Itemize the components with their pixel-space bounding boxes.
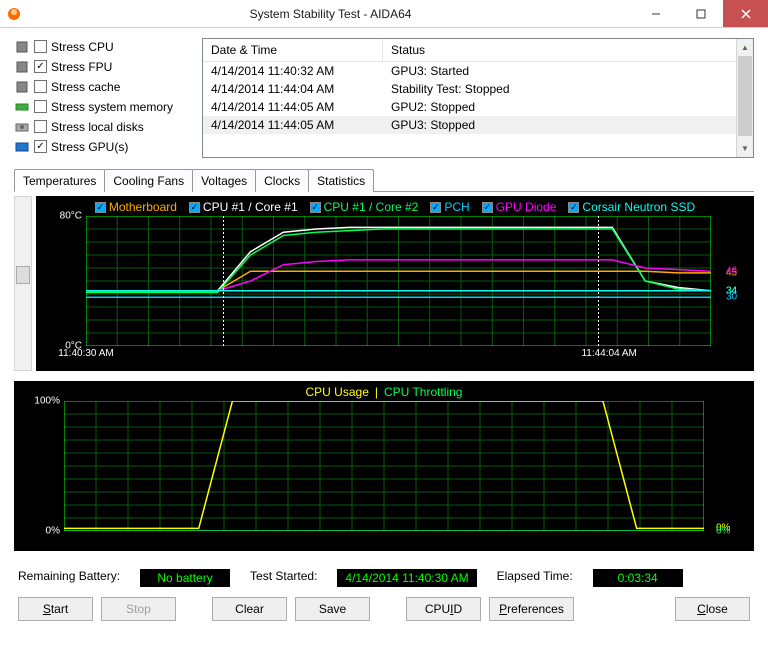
stress-label: Stress system memory	[51, 100, 173, 114]
col-datetime[interactable]: Date & Time	[203, 39, 383, 61]
legend-item[interactable]: CPU #1 / Core #1	[189, 200, 298, 214]
cpu-usage-chart: CPU Usage | CPU Throttling 100% 0% 0%0%	[14, 381, 754, 551]
temperature-chart: Motherboard CPU #1 / Core #1 CPU #1 / Core…	[36, 196, 754, 371]
stress-checkbox[interactable]	[34, 40, 47, 53]
status-bar: Remaining Battery: No battery Test Start…	[14, 563, 754, 597]
clear-button[interactable]: Clear	[212, 597, 287, 621]
stress-label: Stress cache	[51, 80, 120, 94]
stop-button: Stop	[101, 597, 176, 621]
close-dialog-button[interactable]: Close	[675, 597, 750, 621]
x-end-label: 11:44:04 AM	[581, 348, 636, 359]
minimize-button[interactable]	[633, 0, 678, 27]
log-row[interactable]: 4/14/2014 11:44:04 AMStability Test: Sto…	[203, 80, 753, 98]
stress-checkbox[interactable]	[34, 120, 47, 133]
stress-checkbox[interactable]	[34, 80, 47, 93]
scroll-thumb[interactable]	[738, 56, 752, 136]
tab-statistics[interactable]: Statistics	[308, 169, 374, 192]
legend-checkbox[interactable]	[482, 202, 493, 213]
col-status[interactable]: Status	[383, 39, 753, 61]
log-scrollbar[interactable]: ▲ ▼	[736, 39, 753, 157]
legend-item: CPU Usage	[306, 385, 369, 399]
x-start-label: 11:40:30 AM	[58, 348, 113, 359]
legend-item[interactable]: PCH	[430, 200, 469, 214]
start-button[interactable]: Start	[18, 597, 93, 621]
stress-label: Stress FPU	[51, 60, 112, 74]
legend-checkbox[interactable]	[189, 202, 200, 213]
hw-icon	[14, 99, 30, 115]
cpuid-button[interactable]: CPUID	[406, 597, 481, 621]
save-button[interactable]: Save	[295, 597, 370, 621]
stress-label: Stress local disks	[51, 120, 144, 134]
y-max-label: 80°C	[60, 211, 82, 222]
maximize-button[interactable]	[678, 0, 723, 27]
app-icon	[6, 6, 22, 22]
battery-value: No battery	[140, 569, 230, 587]
battery-label: Remaining Battery:	[18, 569, 120, 587]
legend-item[interactable]: Corsair Neutron SSD	[568, 200, 695, 214]
series-value: 46	[726, 266, 737, 277]
titlebar: System Stability Test - AIDA64	[0, 0, 768, 28]
window-title: System Stability Test - AIDA64	[28, 7, 633, 21]
hw-icon	[14, 139, 30, 155]
log-header: Date & Time Status	[203, 39, 753, 62]
legend-checkbox[interactable]	[430, 202, 441, 213]
tab-clocks[interactable]: Clocks	[255, 169, 309, 192]
temp-range-slider[interactable]	[14, 196, 32, 371]
legend-item[interactable]: CPU #1 / Core #2	[310, 200, 419, 214]
button-row: Start Stop Clear Save CPUID Preferences …	[14, 597, 754, 631]
stress-checkbox[interactable]	[34, 60, 47, 73]
started-label: Test Started:	[250, 569, 317, 587]
tab-temperatures[interactable]: Temperatures	[14, 169, 105, 192]
tab-cooling-fans[interactable]: Cooling Fans	[104, 169, 193, 192]
preferences-button[interactable]: Preferences	[489, 597, 574, 621]
scroll-down-icon[interactable]: ▼	[737, 140, 753, 157]
legend-item[interactable]: GPU Diode	[482, 200, 557, 214]
legend-checkbox[interactable]	[310, 202, 321, 213]
hw-icon	[14, 59, 30, 75]
log-table: Date & Time Status 4/14/2014 11:40:32 AM…	[202, 38, 754, 158]
log-row[interactable]: 4/14/2014 11:44:05 AMGPU3: Stopped	[203, 116, 753, 134]
hw-icon	[14, 39, 30, 55]
scroll-up-icon[interactable]: ▲	[737, 39, 753, 56]
legend-item[interactable]: Motherboard	[95, 200, 177, 214]
series-value: 0%	[716, 526, 730, 537]
stress-options: Stress CPU Stress FPU Stress cache Stress s…	[14, 38, 196, 158]
log-row[interactable]: 4/14/2014 11:40:32 AMGPU3: Started	[203, 62, 753, 80]
stress-checkbox[interactable]	[34, 140, 47, 153]
tab-voltages[interactable]: Voltages	[192, 169, 256, 192]
stress-label: Stress CPU	[51, 40, 114, 54]
hw-icon	[14, 119, 30, 135]
legend-checkbox[interactable]	[568, 202, 579, 213]
elapsed-label: Elapsed Time:	[497, 569, 573, 587]
stress-checkbox[interactable]	[34, 100, 47, 113]
legend-item: CPU Throttling	[384, 385, 462, 399]
legend-checkbox[interactable]	[95, 202, 106, 213]
chart-tabs: TemperaturesCooling FansVoltagesClocksSt…	[14, 168, 754, 192]
y-min-label: 0%	[46, 526, 60, 537]
started-value: 4/14/2014 11:40:30 AM	[337, 569, 476, 587]
elapsed-value: 0:03:34	[593, 569, 683, 587]
stress-label: Stress GPU(s)	[51, 140, 128, 154]
series-value: 34	[726, 285, 737, 296]
hw-icon	[14, 79, 30, 95]
y-max-label: 100%	[34, 396, 60, 407]
close-button[interactable]	[723, 0, 768, 27]
log-row[interactable]: 4/14/2014 11:44:05 AMGPU2: Stopped	[203, 98, 753, 116]
